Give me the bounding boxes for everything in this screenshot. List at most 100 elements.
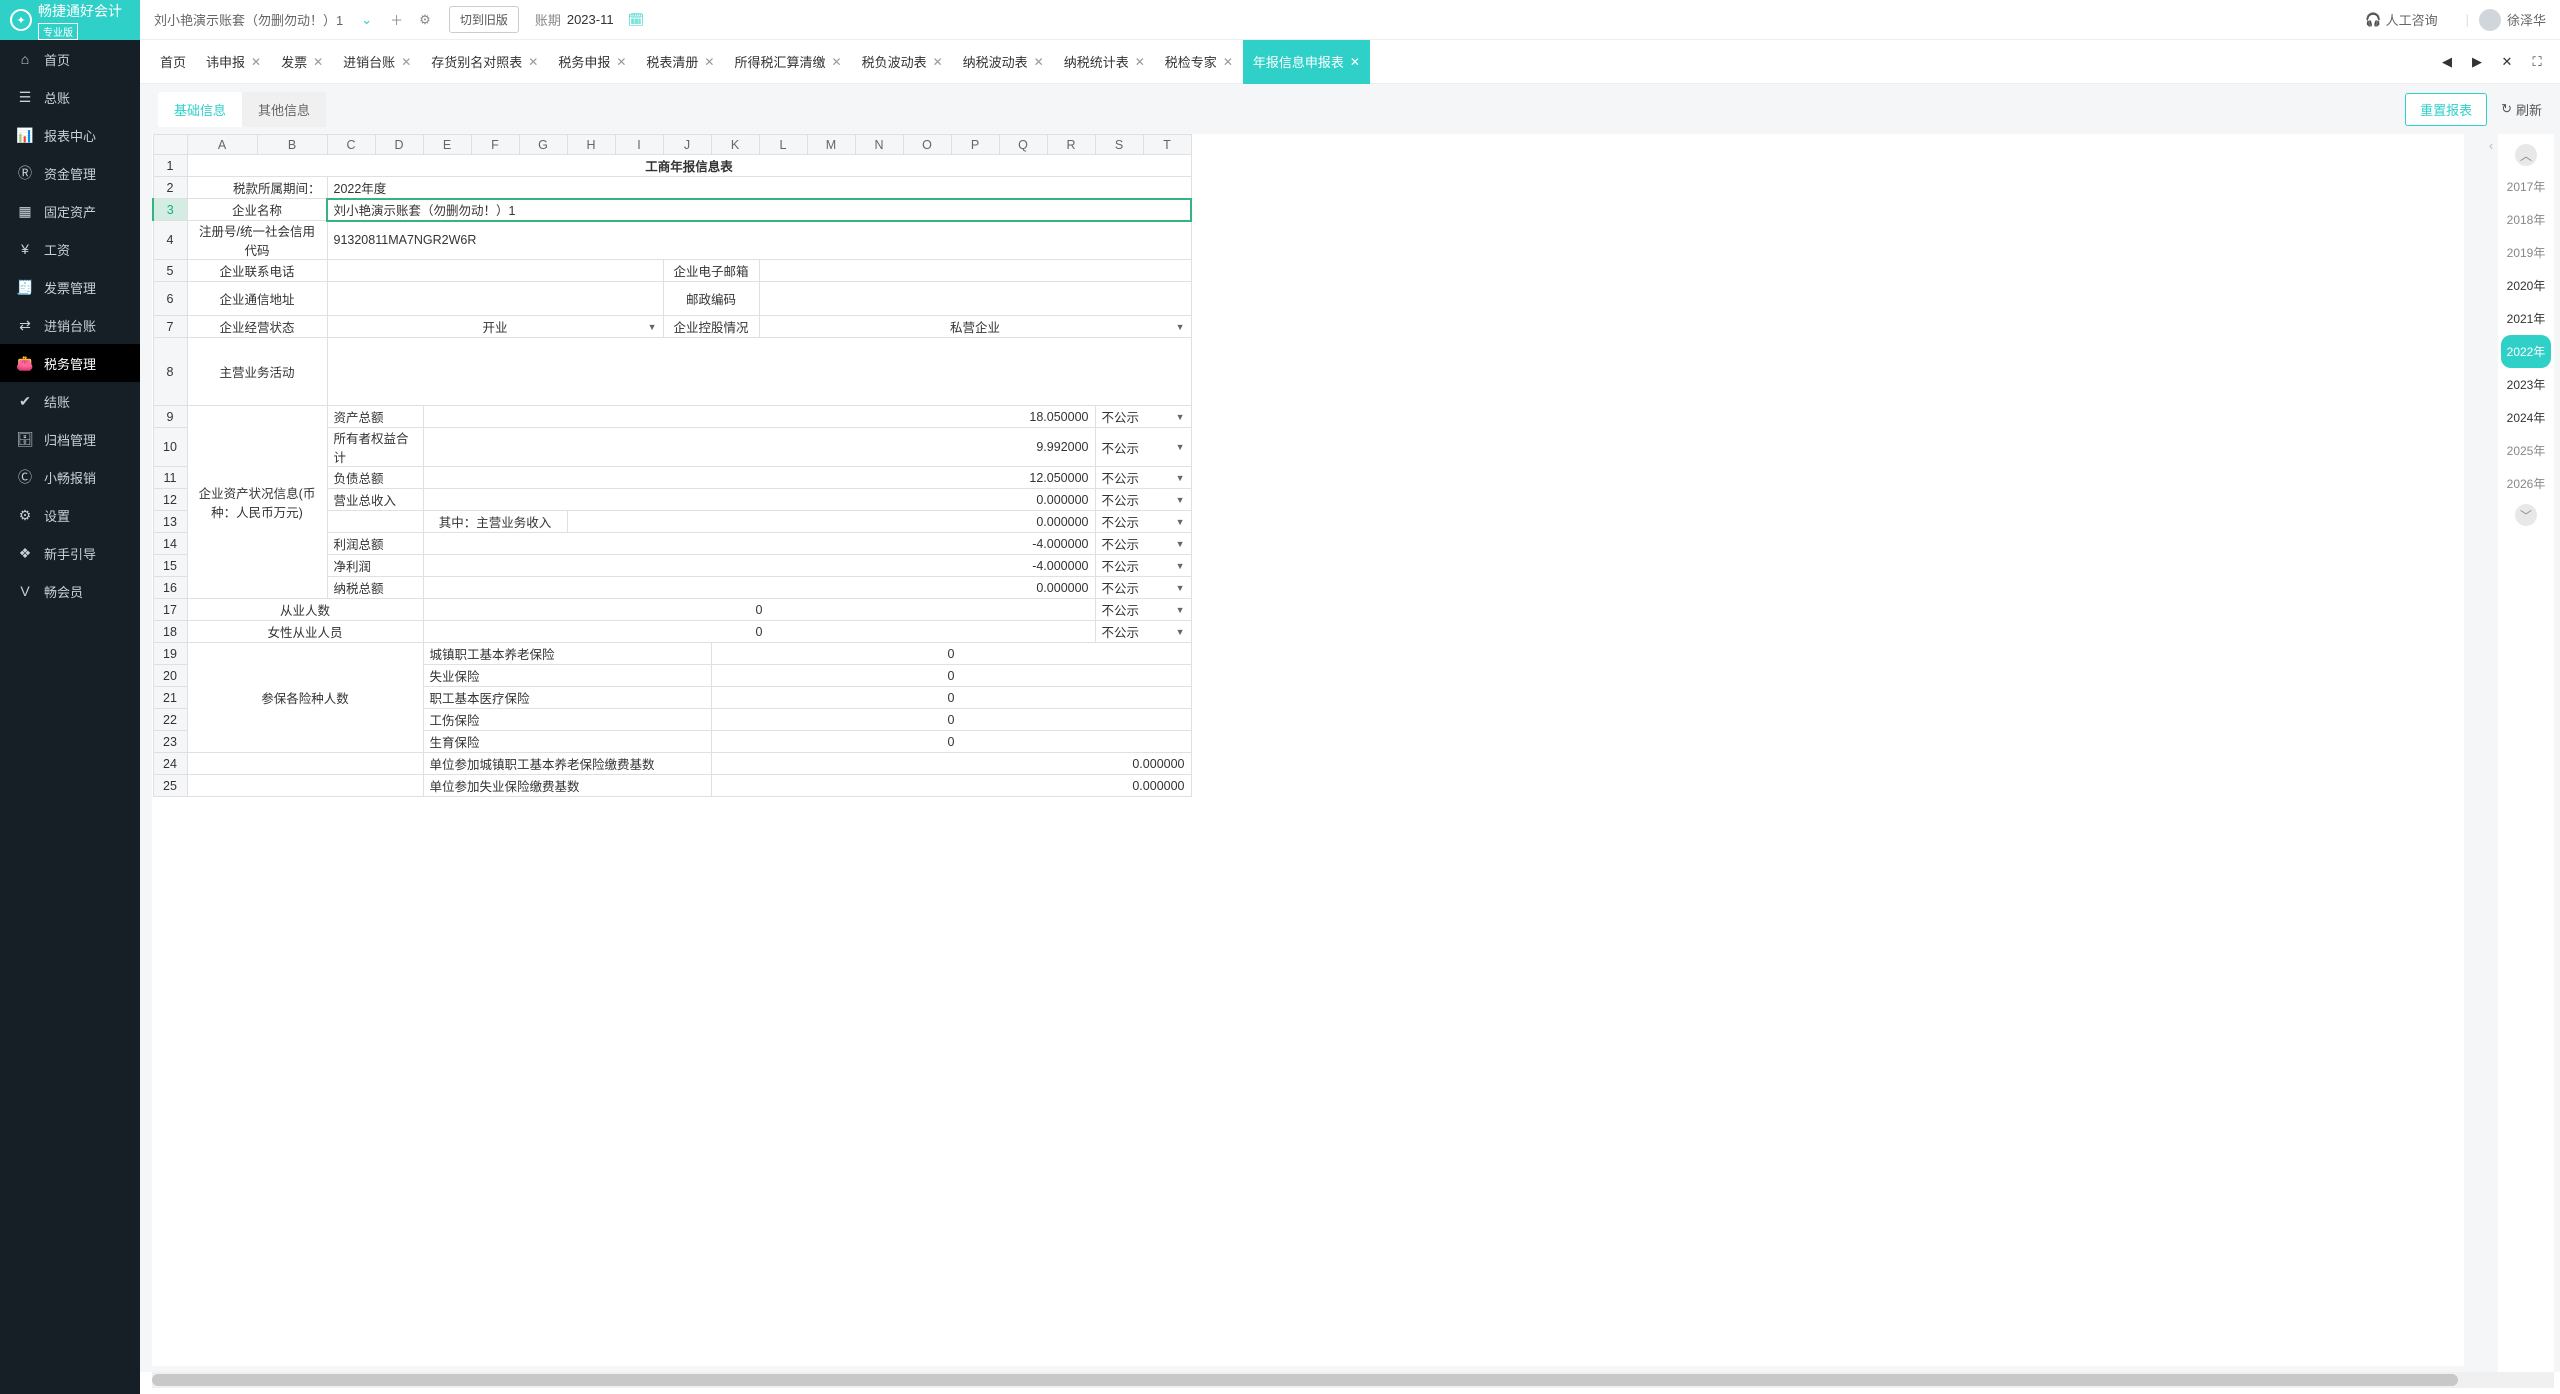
base-value[interactable]: 0.000000 xyxy=(711,753,1191,775)
close-icon[interactable]: ✕ xyxy=(251,55,261,69)
tab-9[interactable]: 纳税波动表✕ xyxy=(953,40,1054,84)
insurance-value[interactable]: 0 xyxy=(711,731,1191,753)
close-icon[interactable]: ✕ xyxy=(616,55,626,69)
holding-dropdown[interactable]: 私营企业 xyxy=(759,316,1191,338)
col-header[interactable]: F xyxy=(471,135,519,155)
sidebar-item-guide[interactable]: ❖新手引导 xyxy=(0,534,140,572)
col-header[interactable]: R xyxy=(1047,135,1095,155)
publicity-dropdown[interactable]: 不公示 xyxy=(1095,489,1191,511)
tab-next-icon[interactable]: ▶ xyxy=(2464,49,2490,75)
row-header[interactable]: 12 xyxy=(153,489,187,511)
consult-link[interactable]: 🎧 人工咨询 xyxy=(2365,10,2437,29)
sidebar-item-home[interactable]: ⌂首页 xyxy=(0,40,140,78)
sidebar-item-asset[interactable]: ▦固定资产 xyxy=(0,192,140,230)
tab-6[interactable]: 税表清册✕ xyxy=(636,40,724,84)
sidebar-item-close[interactable]: ✔结账 xyxy=(0,382,140,420)
row-header[interactable]: 20 xyxy=(153,665,187,687)
sidebar-item-fund[interactable]: Ⓡ资金管理 xyxy=(0,154,140,192)
col-header[interactable]: Q xyxy=(999,135,1047,155)
year-2026年[interactable]: 2026年 xyxy=(2501,467,2552,500)
row-header[interactable]: 11 xyxy=(153,467,187,489)
col-header[interactable]: K xyxy=(711,135,759,155)
row-header[interactable]: 25 xyxy=(153,775,187,797)
tab-close-all-icon[interactable]: ✕ xyxy=(2494,49,2520,75)
gear-icon[interactable]: ⚙ xyxy=(419,12,431,28)
asset-value[interactable]: 0.000000 xyxy=(423,577,1095,599)
year-2020年[interactable]: 2020年 xyxy=(2501,269,2552,302)
tab-3[interactable]: 进销台账✕ xyxy=(333,40,421,84)
emp-value[interactable]: 0 xyxy=(423,599,1095,621)
vertical-scrollbar[interactable] xyxy=(2470,134,2484,1372)
close-icon[interactable]: ✕ xyxy=(401,55,411,69)
row-header[interactable]: 15 xyxy=(153,555,187,577)
row-header[interactable]: 4 xyxy=(153,221,187,260)
row-header[interactable]: 21 xyxy=(153,687,187,709)
sidebar-item-xc[interactable]: Ⓒ小畅报销 xyxy=(0,458,140,496)
chevron-down-icon[interactable]: ⌄ xyxy=(361,12,372,28)
emp-value[interactable]: 0 xyxy=(423,621,1095,643)
row-header[interactable]: 19 xyxy=(153,643,187,665)
year-up-icon[interactable]: ︿ xyxy=(2515,144,2537,166)
year-2019年[interactable]: 2019年 xyxy=(2501,236,2552,269)
year-2023年[interactable]: 2023年 xyxy=(2501,368,2552,401)
col-header[interactable]: C xyxy=(327,135,375,155)
sidebar-item-vip[interactable]: V畅会员 xyxy=(0,572,140,610)
avatar[interactable] xyxy=(2479,9,2501,31)
col-header[interactable]: N xyxy=(855,135,903,155)
publicity-dropdown[interactable]: 不公示 xyxy=(1095,577,1191,599)
sidebar-item-psi[interactable]: ⇄进销台账 xyxy=(0,306,140,344)
tab-0[interactable]: 首页 xyxy=(150,40,196,84)
col-header[interactable]: J xyxy=(663,135,711,155)
col-header[interactable]: I xyxy=(615,135,663,155)
close-icon[interactable]: ✕ xyxy=(1350,55,1360,69)
reset-report-button[interactable]: 重置报表 xyxy=(2405,93,2487,126)
period-value[interactable]: 2023-11 xyxy=(567,12,614,27)
collapse-year-panel-icon[interactable]: ‹ xyxy=(2484,134,2498,1372)
year-2017年[interactable]: 2017年 xyxy=(2501,170,2552,203)
fullscreen-icon[interactable]: ⛶ xyxy=(2524,49,2550,75)
company-name-cell[interactable]: 刘小艳演示账套（勿删勿动！）1 xyxy=(327,199,1191,221)
sidebar-item-report[interactable]: 📊报表中心 xyxy=(0,116,140,154)
asset-value[interactable]: 9.992000 xyxy=(423,428,1095,467)
asset-value[interactable]: 18.050000 xyxy=(423,406,1095,428)
close-icon[interactable]: ✕ xyxy=(528,55,538,69)
username[interactable]: 徐泽华 xyxy=(2507,10,2546,29)
col-header[interactable]: L xyxy=(759,135,807,155)
switch-old-button[interactable]: 切到旧版 xyxy=(449,6,519,33)
asset-value[interactable]: -4.000000 xyxy=(423,533,1095,555)
tab-4[interactable]: 存货别名对照表✕ xyxy=(421,40,548,84)
col-header[interactable]: P xyxy=(951,135,999,155)
zip-cell[interactable] xyxy=(759,282,1191,316)
close-icon[interactable]: ✕ xyxy=(832,55,842,69)
subtab-basic[interactable]: 基础信息 xyxy=(158,92,242,127)
row-header[interactable]: 10 xyxy=(153,428,187,467)
tab-7[interactable]: 所得税汇算清缴✕ xyxy=(724,40,851,84)
asset-value[interactable]: 0.000000 xyxy=(567,511,1095,533)
year-2021年[interactable]: 2021年 xyxy=(2501,302,2552,335)
col-header[interactable]: D xyxy=(375,135,423,155)
close-icon[interactable]: ✕ xyxy=(933,55,943,69)
tab-10[interactable]: 纳税统计表✕ xyxy=(1054,40,1155,84)
tab-prev-icon[interactable]: ◀ xyxy=(2434,49,2460,75)
year-2018年[interactable]: 2018年 xyxy=(2501,203,2552,236)
base-value[interactable]: 0.000000 xyxy=(711,775,1191,797)
sidebar-item-ledger[interactable]: ☰总账 xyxy=(0,78,140,116)
row-header[interactable]: 2 xyxy=(153,177,187,199)
phone-cell[interactable] xyxy=(327,260,663,282)
plus-icon[interactable]: ＋ xyxy=(390,10,403,29)
asset-value[interactable]: 0.000000 xyxy=(423,489,1095,511)
col-header[interactable]: H xyxy=(567,135,615,155)
subtab-other[interactable]: 其他信息 xyxy=(242,92,326,127)
close-icon[interactable]: ✕ xyxy=(1223,55,1233,69)
asset-value[interactable]: -4.000000 xyxy=(423,555,1095,577)
publicity-dropdown[interactable]: 不公示 xyxy=(1095,599,1191,621)
address-cell[interactable] xyxy=(327,282,663,316)
asset-value[interactable]: 12.050000 xyxy=(423,467,1095,489)
col-header[interactable] xyxy=(153,135,187,155)
spreadsheet[interactable]: ABCDEFGHIJKLMNOPQRST1工商年报信息表2税款所属期间：2022… xyxy=(152,134,2464,1366)
row-header[interactable]: 3 xyxy=(153,199,187,221)
col-header[interactable]: A xyxy=(187,135,257,155)
row-header[interactable]: 6 xyxy=(153,282,187,316)
sidebar-item-tax[interactable]: 👛税务管理 xyxy=(0,344,140,382)
sidebar-item-archive[interactable]: 🗄归档管理 xyxy=(0,420,140,458)
